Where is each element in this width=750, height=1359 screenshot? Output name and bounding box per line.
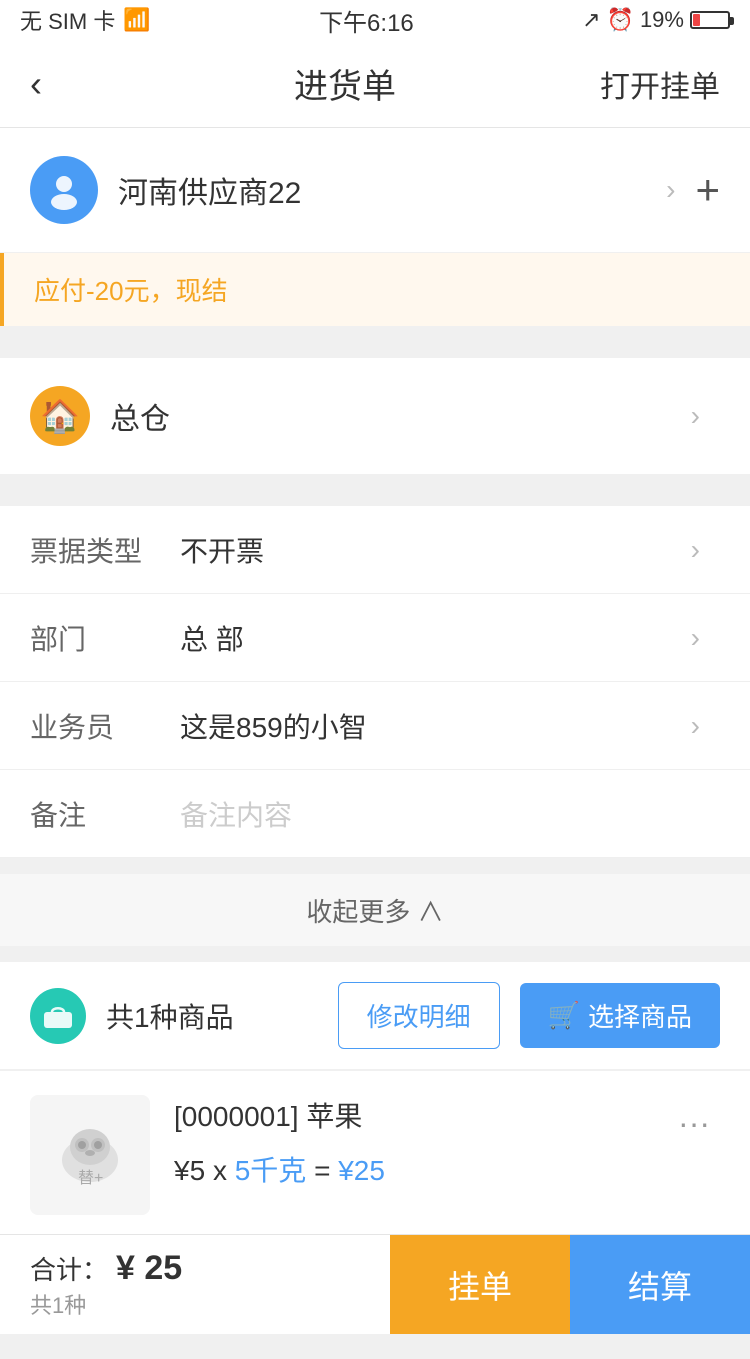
form-section: 票据类型 不开票 › 部门 总 部 › 业务员 这是859的小智 › 备注 备注… (0, 506, 750, 858)
status-right: ↗ ⏰ 19% (582, 7, 730, 33)
warehouse-section: 🏠 总仓 › (0, 358, 750, 474)
divider-1 (0, 342, 750, 358)
product-image: 替+ (50, 1115, 130, 1195)
select-product-button[interactable]: 🛒 选择商品 (520, 983, 720, 1048)
nav-bar: ‹ 进货单 打开挂单 (0, 40, 750, 128)
divider-2 (0, 490, 750, 506)
collapse-label: 收起更多 ∧ (306, 892, 443, 929)
checkout-button[interactable]: 结算 (570, 1235, 750, 1334)
total-count: 共1种 (30, 1288, 360, 1320)
remark-row[interactable]: 备注 备注内容 (0, 770, 750, 858)
avatar-icon (44, 170, 84, 210)
collapse-row[interactable]: 收起更多 ∧ (0, 874, 750, 946)
ticket-type-chevron-icon: › (691, 534, 700, 566)
supplier-name: 河南供应商22 (118, 168, 666, 212)
product-price: ¥5 x 5千克 = ¥25 (174, 1149, 644, 1189)
department-row[interactable]: 部门 总 部 › (0, 594, 750, 682)
product-thumbnail: 替+ (30, 1095, 150, 1215)
status-bar: 无 SIM 卡 📶 下午6:16 ↗ ⏰ 19% (0, 0, 750, 40)
bag-icon (42, 1002, 74, 1030)
product-title: 苹果 (306, 1101, 362, 1132)
main-content: 河南供应商22 › + 应付-20元，现结 🏠 总仓 › 票据类型 不开票 › … (0, 128, 750, 1359)
add-supplier-button[interactable]: + (695, 166, 720, 214)
ticket-type-value: 不开票 (150, 530, 691, 570)
svg-text:替+: 替+ (78, 1169, 103, 1187)
salesman-row[interactable]: 业务员 这是859的小智 › (0, 682, 750, 770)
supplier-row[interactable]: 河南供应商22 › + (0, 128, 750, 253)
salesman-chevron-icon: › (691, 710, 700, 742)
department-value: 总 部 (150, 618, 691, 658)
page-title: 进货单 (294, 59, 396, 108)
total-price: ¥25 (338, 1155, 385, 1186)
supplier-chevron-icon: › (666, 174, 675, 206)
edit-detail-button[interactable]: 修改明细 (338, 982, 500, 1049)
product-code: [0000001] (174, 1101, 306, 1132)
location-icon: ↗ (582, 7, 600, 33)
carrier-label: 无 SIM 卡 (20, 4, 115, 36)
warehouse-icon: 🏠 (30, 386, 90, 446)
product-item: 替+ [0000001] 苹果 ¥5 x 5千克 = ¥25 ··· (0, 1071, 750, 1239)
unit-price: ¥5 (174, 1155, 205, 1186)
product-header: 共1种商品 修改明细 🛒 选择商品 (0, 962, 750, 1069)
wifi-icon: 📶 (123, 7, 150, 33)
department-label: 部门 (30, 618, 150, 658)
battery-label: 19% (640, 7, 684, 33)
multiply-sign: x (213, 1155, 235, 1186)
product-count-text: 共1种商品 (106, 996, 318, 1036)
product-more-button[interactable]: ··· (668, 1095, 720, 1152)
ticket-type-label: 票据类型 (30, 530, 150, 570)
salesman-label: 业务员 (30, 706, 150, 746)
quantity-value: 5千克 (235, 1155, 307, 1186)
back-button[interactable]: ‹ (30, 63, 90, 105)
status-left: 无 SIM 卡 📶 (20, 4, 151, 36)
department-chevron-icon: › (691, 622, 700, 654)
supplier-section: 河南供应商22 › + 应付-20元，现结 (0, 128, 750, 326)
product-info: [0000001] 苹果 ¥5 x 5千克 = ¥25 (174, 1095, 644, 1189)
warehouse-chevron-icon: › (691, 400, 700, 432)
warning-banner: 应付-20元，现结 (0, 253, 750, 326)
product-count-icon (30, 988, 86, 1044)
supplier-avatar (30, 156, 98, 224)
select-product-icon: 🛒 (548, 1000, 580, 1031)
battery-icon (690, 11, 730, 29)
open-hang-button[interactable]: 打开挂单 (600, 62, 720, 106)
hang-button[interactable]: 挂单 (390, 1235, 570, 1334)
status-time: 下午6:16 (319, 3, 414, 38)
total-amount: ¥ 25 (116, 1249, 182, 1288)
warehouse-name: 总仓 (110, 394, 691, 438)
alarm-icon: ⏰ (607, 7, 634, 33)
salesman-value: 这是859的小智 (150, 706, 691, 746)
ticket-type-row[interactable]: 票据类型 不开票 › (0, 506, 750, 594)
equals-sign: = (314, 1155, 338, 1186)
bottom-bar: 合计： ¥ 25 共1种 挂单 结算 (0, 1234, 750, 1334)
remark-value[interactable]: 备注内容 (150, 794, 720, 834)
product-name: [0000001] 苹果 (174, 1095, 644, 1135)
remark-label: 备注 (30, 794, 150, 834)
total-label: 合计： (30, 1250, 108, 1287)
divider-3 (0, 946, 750, 962)
warehouse-row[interactable]: 🏠 总仓 › (0, 358, 750, 474)
total-section: 合计： ¥ 25 共1种 (0, 1235, 390, 1334)
select-product-label: 选择商品 (588, 997, 692, 1034)
